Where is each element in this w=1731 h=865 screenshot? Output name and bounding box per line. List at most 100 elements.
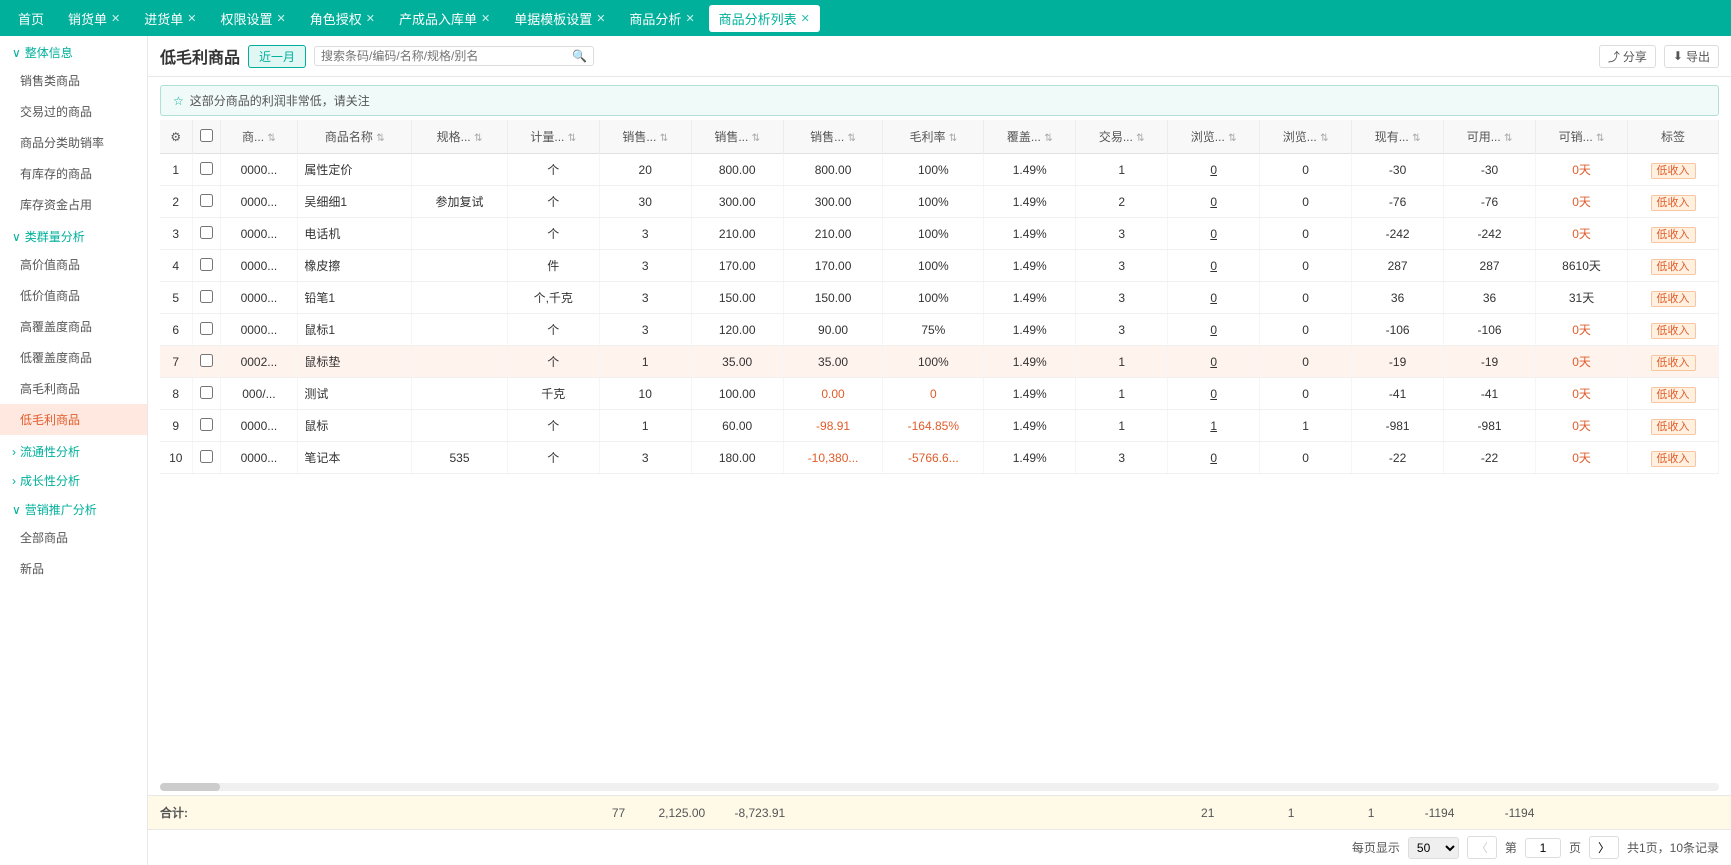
nav-item-permissions[interactable]: 权限设置 ✕ <box>210 5 295 32</box>
row-checkbox-8[interactable] <box>192 378 220 410</box>
row-checkbox-9[interactable] <box>192 410 220 442</box>
nav-close-product-warehouse[interactable]: ✕ <box>481 12 490 25</box>
row-name-6[interactable]: 鼠标1 <box>298 314 412 346</box>
sidebar-group-cluster[interactable]: ∨ 类群量分析 <box>0 220 147 249</box>
row-current-stock-8: -41 <box>1352 378 1444 410</box>
row-views1-1[interactable]: 0 <box>1168 154 1260 186</box>
row-name-1[interactable]: 属性定价 <box>298 154 412 186</box>
row-checkbox-2[interactable] <box>192 186 220 218</box>
next-page-button[interactable]: 〉 <box>1589 836 1619 859</box>
col-header-sales-qty[interactable]: 销售... ⇅ <box>599 120 691 154</box>
row-name-9[interactable]: 鼠标 <box>298 410 412 442</box>
sidebar-item-category-rate[interactable]: 商品分类助销率 <box>0 127 147 158</box>
row-name-8[interactable]: 测试 <box>298 378 412 410</box>
sidebar-item-sales-products[interactable]: 销售类商品 <box>0 65 147 96</box>
nav-close-template[interactable]: ✕ <box>596 12 605 25</box>
row-views1-4[interactable]: 0 <box>1168 250 1260 282</box>
row-views1-6[interactable]: 0 <box>1168 314 1260 346</box>
row-views1-10[interactable]: 0 <box>1168 442 1260 474</box>
nav-item-product-analysis[interactable]: 商品分析 ✕ <box>619 5 704 32</box>
settings-col-header[interactable]: ⚙ <box>160 120 192 154</box>
col-header-transaction[interactable]: 交易... ⇅ <box>1076 120 1168 154</box>
sidebar-group-overall[interactable]: ∨ 整体信息 <box>0 36 147 65</box>
horizontal-scrollbar-thumb[interactable] <box>160 783 220 791</box>
nav-close-sales[interactable]: ✕ <box>111 12 120 25</box>
row-views1-7[interactable]: 0 <box>1168 346 1260 378</box>
col-header-available-stock[interactable]: 可用... ⇅ <box>1444 120 1536 154</box>
page-input[interactable] <box>1525 838 1561 858</box>
search-input[interactable] <box>321 49 572 63</box>
col-header-views1[interactable]: 浏览... ⇅ <box>1168 120 1260 154</box>
row-transaction-6: 3 <box>1076 314 1168 346</box>
nav-close-product-analysis[interactable]: ✕ <box>685 12 694 25</box>
row-checkbox-6[interactable] <box>192 314 220 346</box>
row-available-stock-8: -41 <box>1444 378 1536 410</box>
nav-close-roles[interactable]: ✕ <box>366 12 375 25</box>
row-checkbox-10[interactable] <box>192 442 220 474</box>
row-tag-3: 低收入 <box>1628 218 1719 250</box>
col-header-spec[interactable]: 规格... ⇅ <box>412 120 508 154</box>
row-sellable-4: 8610天 <box>1536 250 1628 282</box>
col-header-sales-profit[interactable]: 销售... ⇅ <box>783 120 883 154</box>
nav-item-home[interactable]: 首页 <box>8 5 54 32</box>
col-header-code[interactable]: 商... ⇅ <box>220 120 298 154</box>
row-name-7[interactable]: 鼠标垫 <box>298 346 412 378</box>
row-name-10[interactable]: 笔记本 <box>298 442 412 474</box>
sidebar-item-stock-capital[interactable]: 库存资金占用 <box>0 189 147 220</box>
col-header-views2[interactable]: 浏览... ⇅ <box>1260 120 1352 154</box>
share-button[interactable]: ⤴ 分享 <box>1599 45 1656 68</box>
row-views1-2[interactable]: 0 <box>1168 186 1260 218</box>
row-checkbox-3[interactable] <box>192 218 220 250</box>
sidebar-item-new-products[interactable]: 新品 <box>0 553 147 584</box>
sidebar-item-high-value[interactable]: 高价值商品 <box>0 249 147 280</box>
search-icon[interactable]: 🔍 <box>572 49 587 63</box>
nav-close-purchase[interactable]: ✕ <box>187 12 196 25</box>
sidebar-item-high-margin[interactable]: 高毛利商品 <box>0 373 147 404</box>
sidebar-group-marketing[interactable]: ∨ 营销推广分析 <box>0 493 147 522</box>
sidebar-item-traded-products[interactable]: 交易过的商品 <box>0 96 147 127</box>
export-button[interactable]: ⬇ 导出 <box>1664 45 1719 68</box>
nav-item-product-warehouse[interactable]: 产成品入库单 ✕ <box>389 5 500 32</box>
sidebar-item-all-products[interactable]: 全部商品 <box>0 522 147 553</box>
row-checkbox-4[interactable] <box>192 250 220 282</box>
row-name-4[interactable]: 橡皮擦 <box>298 250 412 282</box>
col-header-gross-margin[interactable]: 毛利率 ⇅ <box>883 120 984 154</box>
sidebar-item-high-coverage[interactable]: 高覆盖度商品 <box>0 311 147 342</box>
nav-item-sales[interactable]: 销货单 ✕ <box>58 5 130 32</box>
page-size-select[interactable]: 50 20 100 <box>1408 837 1459 859</box>
sidebar-item-stocked-products[interactable]: 有库存的商品 <box>0 158 147 189</box>
row-name-3[interactable]: 电话机 <box>298 218 412 250</box>
row-checkbox-5[interactable] <box>192 282 220 314</box>
nav-close-permissions[interactable]: ✕ <box>277 12 286 25</box>
row-views1-3[interactable]: 0 <box>1168 218 1260 250</box>
row-spec-8 <box>412 378 508 410</box>
sidebar-item-low-value[interactable]: 低价值商品 <box>0 280 147 311</box>
nav-item-purchase[interactable]: 进货单 ✕ <box>134 5 206 32</box>
nav-item-analysis-list[interactable]: 商品分析列表 ✕ <box>709 5 820 32</box>
sidebar-group-growth[interactable]: › 成长性分析 <box>0 464 147 493</box>
prev-page-button[interactable]: 〈 <box>1467 836 1497 859</box>
filter-button[interactable]: 近一月 <box>248 45 306 68</box>
nav-item-roles[interactable]: 角色授权 ✕ <box>300 5 385 32</box>
sidebar-item-low-margin[interactable]: 低毛利商品 <box>0 404 147 435</box>
col-header-current-stock[interactable]: 现有... ⇅ <box>1352 120 1444 154</box>
row-views1-9[interactable]: 1 <box>1168 410 1260 442</box>
checkbox-col-header[interactable] <box>192 120 220 154</box>
row-checkbox-1[interactable] <box>192 154 220 186</box>
sidebar-item-low-coverage[interactable]: 低覆盖度商品 <box>0 342 147 373</box>
select-all-checkbox[interactable] <box>200 129 213 142</box>
col-header-coverage[interactable]: 覆盖... ⇅ <box>984 120 1076 154</box>
search-box: 🔍 <box>314 46 594 66</box>
row-checkbox-7[interactable] <box>192 346 220 378</box>
row-views1-8[interactable]: 0 <box>1168 378 1260 410</box>
sidebar-group-circulation[interactable]: › 流通性分析 <box>0 435 147 464</box>
row-views1-5[interactable]: 0 <box>1168 282 1260 314</box>
nav-item-template[interactable]: 单据模板设置 ✕ <box>504 5 615 32</box>
col-header-sales-amount[interactable]: 销售... ⇅ <box>691 120 783 154</box>
col-header-unit[interactable]: 计量... ⇅ <box>507 120 599 154</box>
row-name-5[interactable]: 铅笔1 <box>298 282 412 314</box>
col-header-name[interactable]: 商品名称 ⇅ <box>298 120 412 154</box>
row-name-2[interactable]: 吴细细1 <box>298 186 412 218</box>
col-header-sellable[interactable]: 可销... ⇅ <box>1536 120 1628 154</box>
nav-close-analysis-list[interactable]: ✕ <box>801 12 810 25</box>
